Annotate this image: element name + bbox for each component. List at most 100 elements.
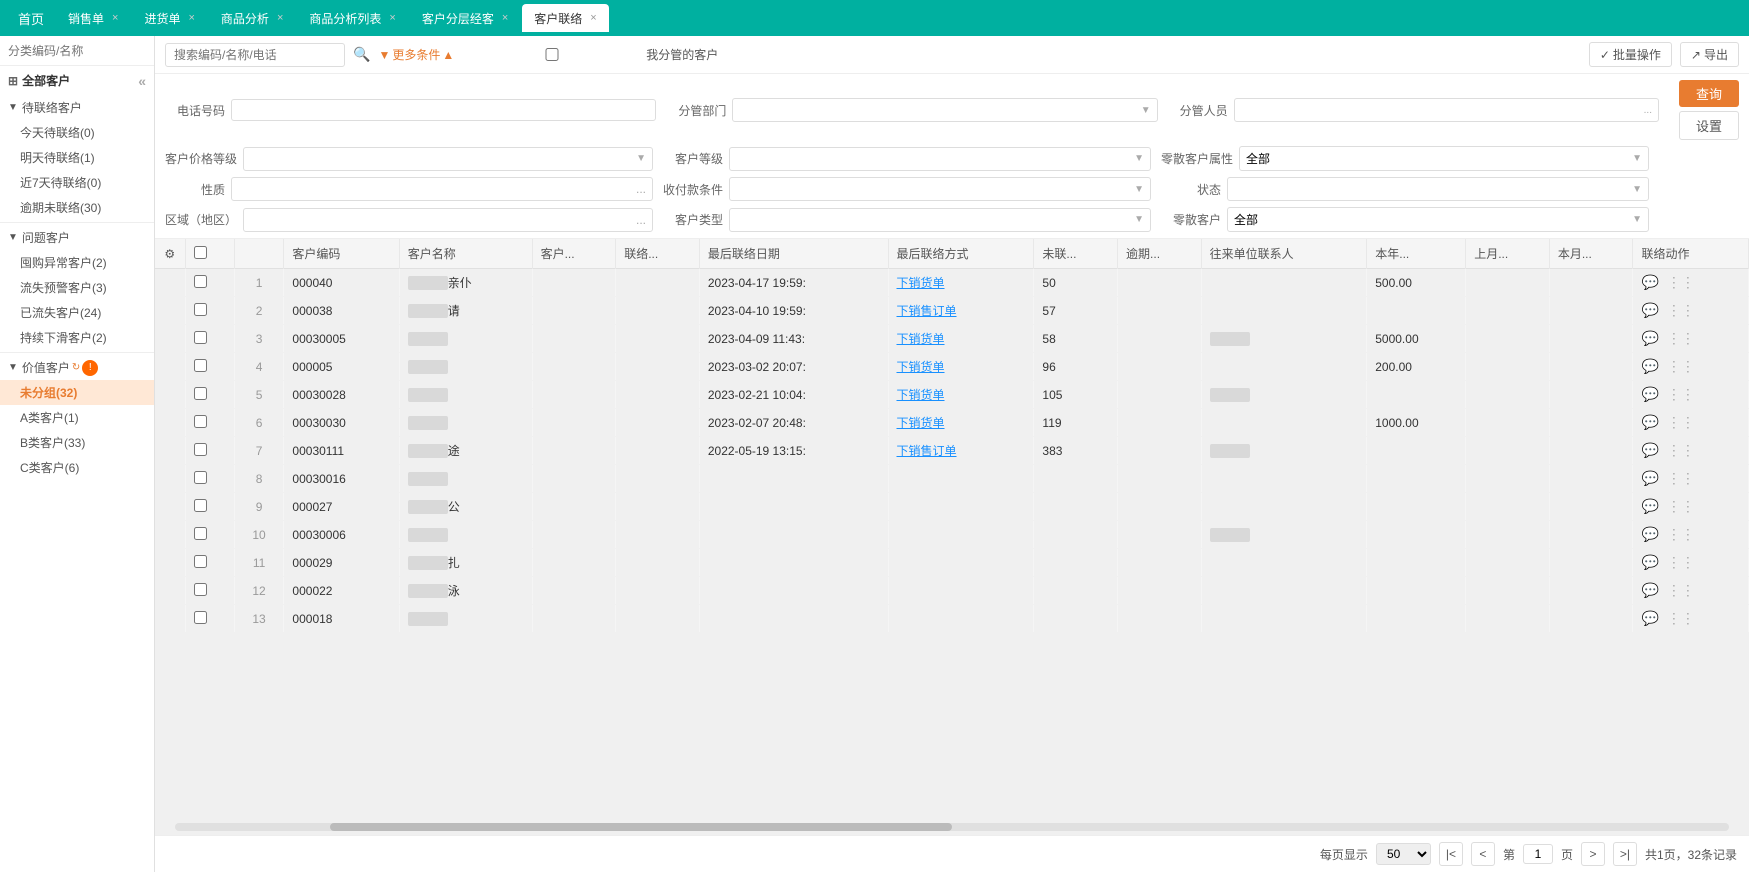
sidebar-item-ungroup[interactable]: 未分组(32) (0, 380, 154, 405)
more-icon[interactable]: ⋮⋮ (1667, 302, 1695, 319)
filter-status-select[interactable]: ▼ (1227, 177, 1649, 201)
row-last-method[interactable]: 下销售订单 (888, 297, 1034, 325)
row-checkbox[interactable] (185, 437, 234, 465)
th-this-month[interactable]: 本月... (1549, 239, 1633, 269)
row-last-method[interactable] (888, 605, 1034, 633)
sidebar-group-value[interactable]: ▼ 价值客户 ↻ ! (0, 355, 154, 380)
close-icon[interactable]: × (389, 12, 395, 24)
close-icon[interactable]: × (188, 12, 194, 24)
dots-icon[interactable]: ... (636, 182, 646, 196)
filter-manager-select[interactable]: ... (1234, 98, 1659, 122)
filter-price-select[interactable]: ▼ (243, 147, 653, 171)
contact-method-link[interactable]: 下销货单 (897, 416, 945, 430)
chat-icon[interactable]: 💬 (1641, 554, 1658, 571)
close-icon[interactable]: × (502, 12, 508, 24)
contact-method-link[interactable]: 下销货单 (897, 276, 945, 290)
sidebar-item-declining[interactable]: 持续下滑客户(2) (0, 325, 154, 350)
chat-icon[interactable]: 💬 (1641, 470, 1658, 487)
sidebar-item-class-c[interactable]: C类客户(6) (0, 455, 154, 480)
close-icon[interactable]: × (277, 12, 283, 24)
sidebar-search-input[interactable] (8, 44, 155, 58)
row-last-method[interactable] (888, 549, 1034, 577)
tab-customer-contact[interactable]: 客户联络 × (522, 4, 608, 32)
th-uncontacted[interactable]: 未联... (1034, 239, 1118, 269)
row-checkbox[interactable] (185, 493, 234, 521)
row-check[interactable] (194, 443, 207, 456)
row-checkbox[interactable] (185, 409, 234, 437)
row-checkbox[interactable] (185, 577, 234, 605)
sidebar-item-7days-pending[interactable]: 近7天待联络(0) (0, 170, 154, 195)
th-customer-name[interactable]: 客户名称 (399, 239, 532, 269)
next-page-button[interactable]: > (1581, 842, 1605, 866)
row-last-method[interactable] (888, 465, 1034, 493)
sidebar-item-tomorrow-pending[interactable]: 明天待联络(1) (0, 145, 154, 170)
filter-dept-select[interactable]: ▼ (732, 98, 1157, 122)
th-last-month[interactable]: 上月... (1466, 239, 1550, 269)
filter-phone-input[interactable] (231, 99, 656, 121)
filter-customer-type-select[interactable]: ▼ (729, 208, 1151, 232)
row-checkbox[interactable] (185, 605, 234, 633)
sidebar-item-overdue-pending[interactable]: 逾期未联络(30) (0, 195, 154, 220)
sidebar-all-customers[interactable]: ⊞ 全部客户 « (0, 66, 154, 95)
filter-region-select[interactable]: ... (243, 208, 653, 232)
filter-attr-select[interactable]: 全部 ▼ (1239, 146, 1649, 171)
collapse-icon[interactable]: « (138, 73, 146, 89)
more-icon[interactable]: ⋮⋮ (1667, 386, 1695, 403)
chat-icon[interactable]: 💬 (1641, 582, 1658, 599)
th-checkbox[interactable] (185, 239, 234, 269)
contact-method-link[interactable]: 下销货单 (897, 360, 945, 374)
tab-product-list[interactable]: 商品分析列表 × (297, 4, 407, 32)
batch-operation-button[interactable]: ✓ 批量操作 (1589, 42, 1672, 67)
contact-method-link[interactable]: 下销货单 (897, 332, 945, 346)
per-page-select[interactable]: 50 100 200 (1376, 843, 1431, 865)
sidebar-item-class-b[interactable]: B类客户(33) (0, 430, 154, 455)
row-checkbox[interactable] (185, 269, 234, 297)
first-page-button[interactable]: |< (1439, 842, 1463, 866)
row-check[interactable] (194, 415, 207, 428)
th-customer-info[interactable]: 客户... (532, 239, 616, 269)
home-tab[interactable]: 首页 (8, 9, 54, 28)
more-icon[interactable]: ⋮⋮ (1667, 498, 1695, 515)
row-checkbox[interactable] (185, 381, 234, 409)
row-last-method[interactable] (888, 493, 1034, 521)
more-icon[interactable]: ⋮⋮ (1667, 610, 1695, 627)
my-customers-checkbox[interactable]: 我分管的客户 (462, 46, 718, 63)
chat-icon[interactable]: 💬 (1641, 358, 1658, 375)
close-icon[interactable]: × (112, 12, 118, 24)
export-button[interactable]: ↗ 导出 (1680, 42, 1739, 67)
last-page-button[interactable]: >| (1613, 842, 1637, 866)
th-business-contact[interactable]: 往来单位联系人 (1201, 239, 1367, 269)
row-checkbox[interactable] (185, 325, 234, 353)
chat-icon[interactable]: 💬 (1641, 442, 1658, 459)
row-checkbox[interactable] (185, 297, 234, 325)
row-check[interactable] (194, 611, 207, 624)
row-last-method[interactable]: 下销货单 (888, 409, 1034, 437)
th-last-contact-date[interactable]: 最后联络日期 (699, 239, 888, 269)
row-check[interactable] (194, 471, 207, 484)
contact-method-link[interactable]: 下销货单 (897, 388, 945, 402)
row-last-method[interactable] (888, 577, 1034, 605)
row-check[interactable] (194, 303, 207, 316)
more-icon[interactable]: ⋮⋮ (1667, 358, 1695, 375)
sidebar-item-class-a[interactable]: A类客户(1) (0, 405, 154, 430)
reset-button[interactable]: 设置 (1679, 111, 1739, 140)
more-icon[interactable]: ⋮⋮ (1667, 526, 1695, 543)
my-customers-check[interactable] (462, 48, 642, 61)
row-last-method[interactable]: 下销货单 (888, 325, 1034, 353)
th-settings[interactable]: ⚙ (155, 239, 185, 269)
th-contact[interactable]: 联络... (616, 239, 700, 269)
more-icon[interactable]: ⋮⋮ (1667, 554, 1695, 571)
tab-purchase-order[interactable]: 进货单 × (132, 4, 206, 32)
row-check[interactable] (194, 275, 207, 288)
sidebar-item-churned[interactable]: 已流失客户(24) (0, 300, 154, 325)
th-customer-code[interactable]: 客户编码 (284, 239, 399, 269)
row-last-method[interactable]: 下销货单 (888, 381, 1034, 409)
tab-sales-order[interactable]: 销售单 × (56, 4, 130, 32)
more-icon[interactable]: ⋮⋮ (1667, 414, 1695, 431)
chat-icon[interactable]: 💬 (1641, 498, 1658, 515)
filter-customer-level-select[interactable]: ▼ (729, 147, 1151, 171)
more-icon[interactable]: ⋮⋮ (1667, 442, 1695, 459)
sidebar-group-problem[interactable]: ▼ 问题客户 (0, 225, 154, 250)
scrollbar-thumb[interactable] (330, 823, 952, 831)
sidebar-group-pending[interactable]: ▼ 待联络客户 (0, 95, 154, 120)
